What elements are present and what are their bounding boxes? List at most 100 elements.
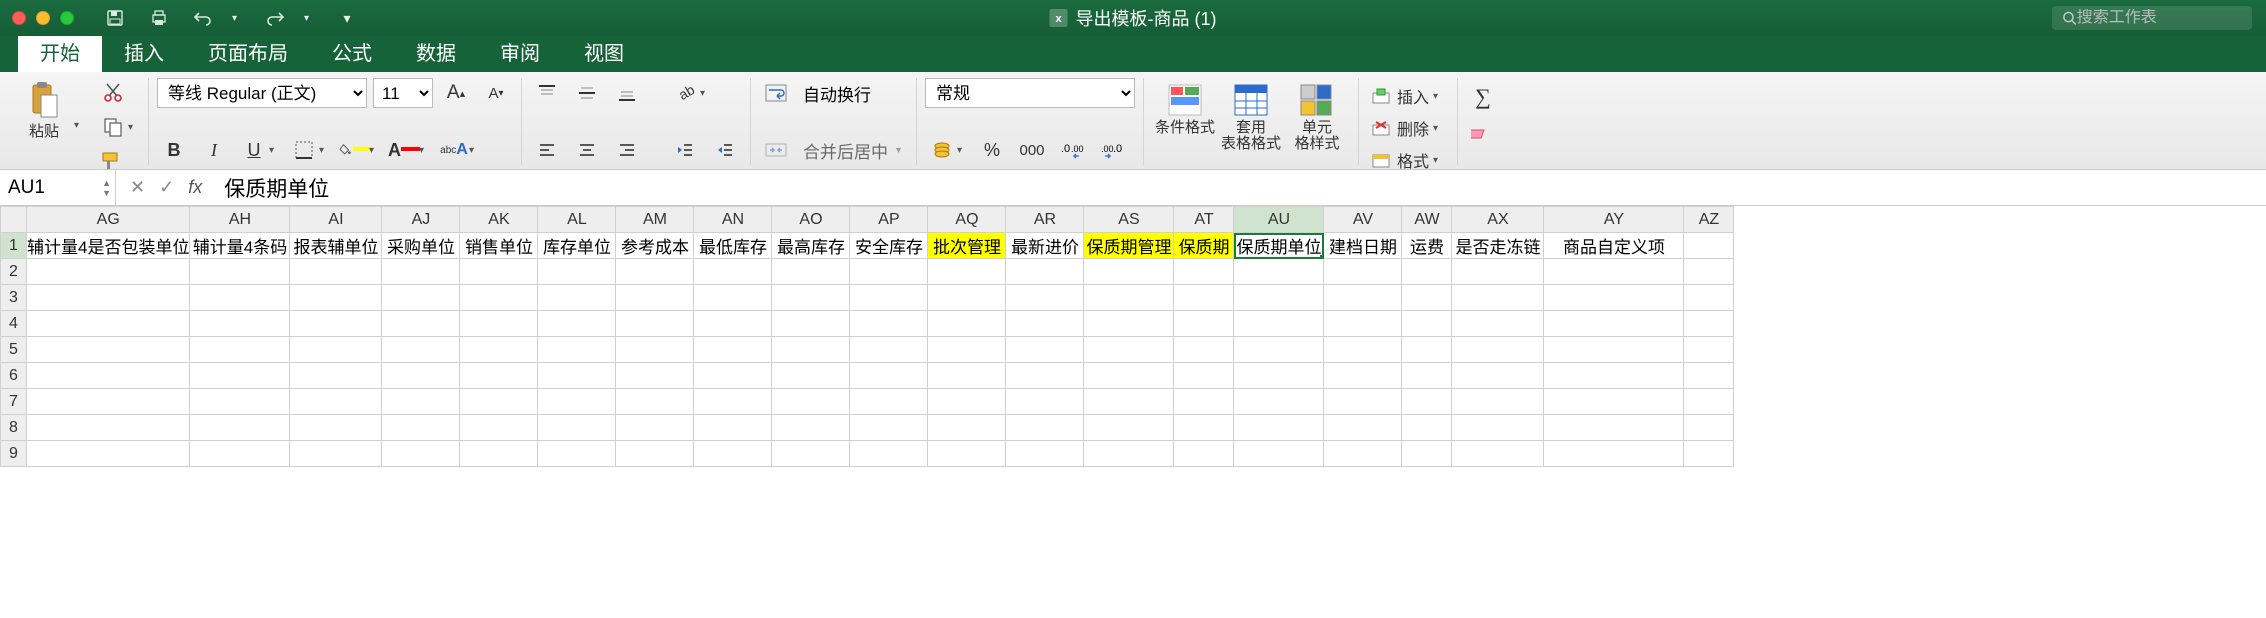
cell-AR4[interactable]	[1006, 311, 1084, 337]
cell-AI1[interactable]: 报表辅单位	[290, 233, 382, 259]
align-top-icon[interactable]	[530, 78, 564, 108]
column-header-AS[interactable]: AS	[1084, 207, 1174, 233]
print-icon[interactable]	[146, 5, 172, 31]
number-format-select[interactable]: 常规	[925, 78, 1135, 108]
cell-AG5[interactable]	[27, 337, 190, 363]
cell-AU4[interactable]	[1234, 311, 1324, 337]
cell-AQ9[interactable]	[928, 441, 1006, 467]
conditional-format-button[interactable]: 条件格式	[1152, 78, 1218, 136]
cell-AN4[interactable]	[694, 311, 772, 337]
orientation-dropdown-icon[interactable]: ▾	[700, 88, 712, 99]
font-color-button[interactable]: A	[387, 135, 421, 165]
accounting-dropdown-icon[interactable]: ▾	[957, 145, 969, 156]
cell-AZ2[interactable]	[1684, 259, 1734, 285]
cell-AH9[interactable]	[190, 441, 290, 467]
cell-AY4[interactable]	[1544, 311, 1684, 337]
cell-AI9[interactable]	[290, 441, 382, 467]
cell-AZ8[interactable]	[1684, 415, 1734, 441]
cell-AJ9[interactable]	[382, 441, 460, 467]
row-header-9[interactable]: 9	[1, 441, 27, 467]
spreadsheet-grid[interactable]: AGAHAIAJAKALAMANAOAPAQARASATAUAVAWAXAYAZ…	[0, 206, 2266, 467]
cell-AL7[interactable]	[538, 389, 616, 415]
cell-AU7[interactable]	[1234, 389, 1324, 415]
fill-color-dropdown-icon[interactable]: ▾	[369, 145, 381, 156]
search-input[interactable]	[2077, 9, 2242, 27]
cell-AZ1[interactable]	[1684, 233, 1734, 259]
cell-AG8[interactable]	[27, 415, 190, 441]
cell-AW5[interactable]	[1402, 337, 1452, 363]
cell-AK8[interactable]	[460, 415, 538, 441]
cut-icon[interactable]	[96, 78, 130, 108]
cell-AN6[interactable]	[694, 363, 772, 389]
cell-AZ6[interactable]	[1684, 363, 1734, 389]
align-center-icon[interactable]	[570, 135, 604, 165]
cell-AX4[interactable]	[1452, 311, 1544, 337]
cell-AJ6[interactable]	[382, 363, 460, 389]
underline-button[interactable]: U	[237, 135, 271, 165]
cell-AQ7[interactable]	[928, 389, 1006, 415]
cell-AH7[interactable]	[190, 389, 290, 415]
cell-AS9[interactable]	[1084, 441, 1174, 467]
cell-AX3[interactable]	[1452, 285, 1544, 311]
cell-AR2[interactable]	[1006, 259, 1084, 285]
cell-AU3[interactable]	[1234, 285, 1324, 311]
row-header-6[interactable]: 6	[1, 363, 27, 389]
cell-AR9[interactable]	[1006, 441, 1084, 467]
font-color-dropdown-icon[interactable]: ▾	[419, 145, 431, 156]
cell-AY5[interactable]	[1544, 337, 1684, 363]
column-header-AR[interactable]: AR	[1006, 207, 1084, 233]
column-header-AU[interactable]: AU	[1234, 207, 1324, 233]
column-header-AK[interactable]: AK	[460, 207, 538, 233]
cell-AV6[interactable]	[1324, 363, 1402, 389]
cell-AO4[interactable]	[772, 311, 850, 337]
qat-customize-icon[interactable]: ▾	[334, 5, 360, 31]
cell-AV9[interactable]	[1324, 441, 1402, 467]
cell-AU1[interactable]: 保质期单位	[1234, 233, 1324, 259]
minimize-window-button[interactable]	[36, 11, 50, 25]
cell-AK2[interactable]	[460, 259, 538, 285]
column-header-AN[interactable]: AN	[694, 207, 772, 233]
tab-页面布局[interactable]: 页面布局	[186, 31, 310, 72]
cell-AZ5[interactable]	[1684, 337, 1734, 363]
cell-AG3[interactable]	[27, 285, 190, 311]
cell-AW7[interactable]	[1402, 389, 1452, 415]
cell-AW6[interactable]	[1402, 363, 1452, 389]
cell-AN2[interactable]	[694, 259, 772, 285]
cell-AS5[interactable]	[1084, 337, 1174, 363]
cell-AL1[interactable]: 库存单位	[538, 233, 616, 259]
comma-icon[interactable]: 000	[1015, 135, 1049, 165]
cell-AT5[interactable]	[1174, 337, 1234, 363]
clear-icon[interactable]	[1466, 116, 1500, 146]
cell-AK6[interactable]	[460, 363, 538, 389]
cell-AQ5[interactable]	[928, 337, 1006, 363]
cell-AR8[interactable]	[1006, 415, 1084, 441]
cell-AQ4[interactable]	[928, 311, 1006, 337]
copy-dropdown-icon[interactable]: ▾	[128, 122, 140, 133]
cell-AT7[interactable]	[1174, 389, 1234, 415]
cell-AQ6[interactable]	[928, 363, 1006, 389]
cell-AY3[interactable]	[1544, 285, 1684, 311]
cell-AO3[interactable]	[772, 285, 850, 311]
decrease-font-icon[interactable]: A▾	[479, 78, 513, 108]
cell-AJ7[interactable]	[382, 389, 460, 415]
cell-AN9[interactable]	[694, 441, 772, 467]
cell-AO9[interactable]	[772, 441, 850, 467]
row-header-8[interactable]: 8	[1, 415, 27, 441]
paste-button[interactable]: 粘贴	[16, 78, 72, 141]
cell-AP8[interactable]	[850, 415, 928, 441]
cell-AM2[interactable]	[616, 259, 694, 285]
align-middle-icon[interactable]	[570, 78, 604, 108]
merge-center-label[interactable]: 合并后居中	[803, 138, 888, 163]
cell-AV2[interactable]	[1324, 259, 1402, 285]
cell-AU6[interactable]	[1234, 363, 1324, 389]
cell-AP7[interactable]	[850, 389, 928, 415]
cell-AV3[interactable]	[1324, 285, 1402, 311]
format-dropdown-icon[interactable]: ▾	[1433, 155, 1445, 166]
cell-AY7[interactable]	[1544, 389, 1684, 415]
phonetic-dropdown-icon[interactable]: ▾	[469, 145, 481, 156]
cell-AW1[interactable]: 运费	[1402, 233, 1452, 259]
cell-AY1[interactable]: 商品自定义项	[1544, 233, 1684, 259]
cell-AM9[interactable]	[616, 441, 694, 467]
column-header-AX[interactable]: AX	[1452, 207, 1544, 233]
column-header-AM[interactable]: AM	[616, 207, 694, 233]
